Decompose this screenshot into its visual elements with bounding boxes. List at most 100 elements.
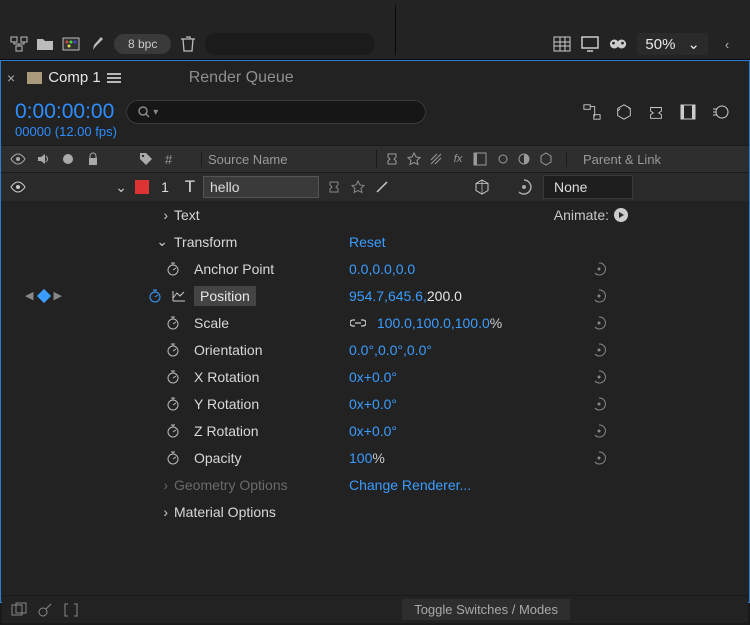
frameblend-col-icon [471, 150, 489, 168]
prev-keyframe-icon[interactable]: ◀ [25, 289, 33, 302]
trash-icon[interactable] [179, 35, 197, 53]
motion-blur-icon[interactable] [711, 103, 729, 121]
fx-col-icon: fx [449, 150, 467, 168]
stopwatch-icon[interactable] [164, 260, 182, 278]
zoom-dropdown[interactable]: 50% ⌄ [637, 33, 708, 55]
frame-info[interactable]: 00000 (12.00 fps) [15, 124, 749, 139]
layer-name[interactable]: hello [203, 176, 319, 198]
frame-render-icon[interactable] [10, 601, 28, 619]
prop-opacity: Opacity 100% [1, 444, 749, 471]
layer-eye-icon[interactable] [9, 178, 27, 196]
folder-icon[interactable] [36, 35, 54, 53]
anchor-value[interactable]: 0.0,0.0,0.0 [349, 261, 569, 277]
palette-icon[interactable] [62, 35, 80, 53]
adjust-col-icon [515, 150, 533, 168]
stopwatch-icon[interactable] [164, 368, 182, 386]
stopwatch-icon[interactable] [164, 341, 182, 359]
layer-color[interactable] [135, 180, 149, 194]
scale-value[interactable]: 100.0,100.0,100.0% [349, 314, 569, 332]
layer-index: 1 [153, 179, 177, 195]
keyframe-icon[interactable] [36, 288, 50, 302]
pickwhip-icon[interactable] [590, 314, 608, 332]
stopwatch-active-icon[interactable] [146, 287, 164, 305]
group-transform[interactable]: ⌄ Transform Reset [1, 228, 749, 255]
mask-icon[interactable] [609, 35, 627, 53]
col-source[interactable]: Source Name [201, 152, 376, 167]
prop-y-rotation: Y Rotation 0x+0.0° [1, 390, 749, 417]
chevron-down-icon: ⌄ [156, 233, 168, 250]
next-keyframe-icon[interactable]: ▶ [54, 289, 62, 302]
label-icon[interactable] [137, 150, 155, 168]
xrot-value[interactable]: 0x+0.0° [349, 369, 569, 385]
prop-x-rotation: X Rotation 0x+0.0° [1, 363, 749, 390]
chevron-left-icon[interactable]: ‹ [718, 35, 736, 53]
stopwatch-icon[interactable] [164, 395, 182, 413]
prop-anchor-point: Anchor Point 0.0,0.0,0.0 [1, 255, 749, 282]
draft3d-icon[interactable] [615, 103, 633, 121]
yrot-value[interactable]: 0x+0.0° [349, 396, 569, 412]
pickwhip-icon[interactable] [590, 422, 608, 440]
shy-icon[interactable] [647, 103, 665, 121]
shy-toggle-icon[interactable] [36, 601, 54, 619]
pickwhip-icon[interactable] [590, 287, 608, 305]
animate-button[interactable]: Animate: [554, 207, 629, 223]
reset-link[interactable]: Reset [349, 234, 569, 250]
search-chevron: ▾ [153, 107, 158, 118]
constrain-icon[interactable] [349, 314, 367, 332]
tab-render-queue[interactable]: Render Queue [189, 69, 294, 87]
3d-col-icon [537, 150, 555, 168]
monitor-icon[interactable] [581, 35, 599, 53]
comp-flowchart-icon[interactable] [583, 103, 601, 121]
opacity-value[interactable]: 100% [349, 450, 569, 466]
pickwhip-icon[interactable] [515, 178, 533, 196]
position-value[interactable]: 954.7,645.6,200.0 [349, 288, 569, 304]
col-parent[interactable]: Parent & Link [566, 152, 749, 167]
close-tab-button[interactable]: × [7, 70, 19, 86]
zrot-value[interactable]: 0x+0.0° [349, 423, 569, 439]
collapse-switch[interactable] [349, 178, 367, 196]
shy-switch[interactable] [325, 178, 343, 196]
stopwatch-icon[interactable] [164, 422, 182, 440]
speaker-icon[interactable] [34, 150, 52, 168]
quality-col-icon [427, 150, 445, 168]
pickwhip-icon[interactable] [590, 395, 608, 413]
stopwatch-icon[interactable] [164, 449, 182, 467]
parent-dropdown[interactable]: None [543, 175, 633, 199]
frame-blend-icon[interactable] [679, 103, 697, 121]
bit-depth[interactable]: 8 bpc [114, 34, 171, 54]
pickwhip-icon[interactable] [590, 449, 608, 467]
shy-col-icon [383, 150, 401, 168]
brackets-icon[interactable] [62, 601, 80, 619]
grid-icon[interactable] [553, 35, 571, 53]
brush-icon[interactable] [88, 35, 106, 53]
panel-menu-icon[interactable] [107, 73, 121, 83]
play-circle-icon [613, 207, 629, 223]
star-col-icon [405, 150, 423, 168]
flowchart-icon[interactable] [10, 35, 28, 53]
info-pill [205, 33, 375, 55]
pickwhip-icon[interactable] [590, 368, 608, 386]
twirl-down-icon[interactable]: ⌄ [115, 179, 127, 196]
timecode[interactable]: 0:00:00:00 [15, 100, 114, 124]
tab-comp[interactable]: Comp 1 [19, 65, 129, 90]
toggle-switches-button[interactable]: Toggle Switches / Modes [402, 599, 570, 620]
graph-icon[interactable] [170, 287, 188, 305]
chevron-down-icon: ⌄ [687, 35, 700, 53]
search-input[interactable]: ▾ [126, 100, 426, 124]
eye-icon[interactable] [9, 150, 27, 168]
stopwatch-icon[interactable] [164, 314, 182, 332]
keyframe-navigator[interactable]: ◀ ▶ [25, 289, 62, 302]
layer-row[interactable]: ⌄ 1 T hello None [1, 173, 749, 201]
pickwhip-icon[interactable] [590, 260, 608, 278]
change-renderer-link[interactable]: Change Renderer... [349, 477, 569, 493]
group-geometry[interactable]: › Geometry Options Change Renderer... [1, 471, 749, 498]
group-text[interactable]: › Text Animate: [1, 201, 749, 228]
quality-switch[interactable] [373, 178, 391, 196]
solo-icon[interactable] [59, 150, 77, 168]
pickwhip-icon[interactable] [590, 341, 608, 359]
3d-switch[interactable] [473, 178, 491, 196]
lock-icon[interactable] [84, 150, 102, 168]
group-material[interactable]: › Material Options [1, 498, 749, 525]
col-index[interactable]: # [161, 152, 201, 167]
orientation-value[interactable]: 0.0°,0.0°,0.0° [349, 342, 569, 358]
